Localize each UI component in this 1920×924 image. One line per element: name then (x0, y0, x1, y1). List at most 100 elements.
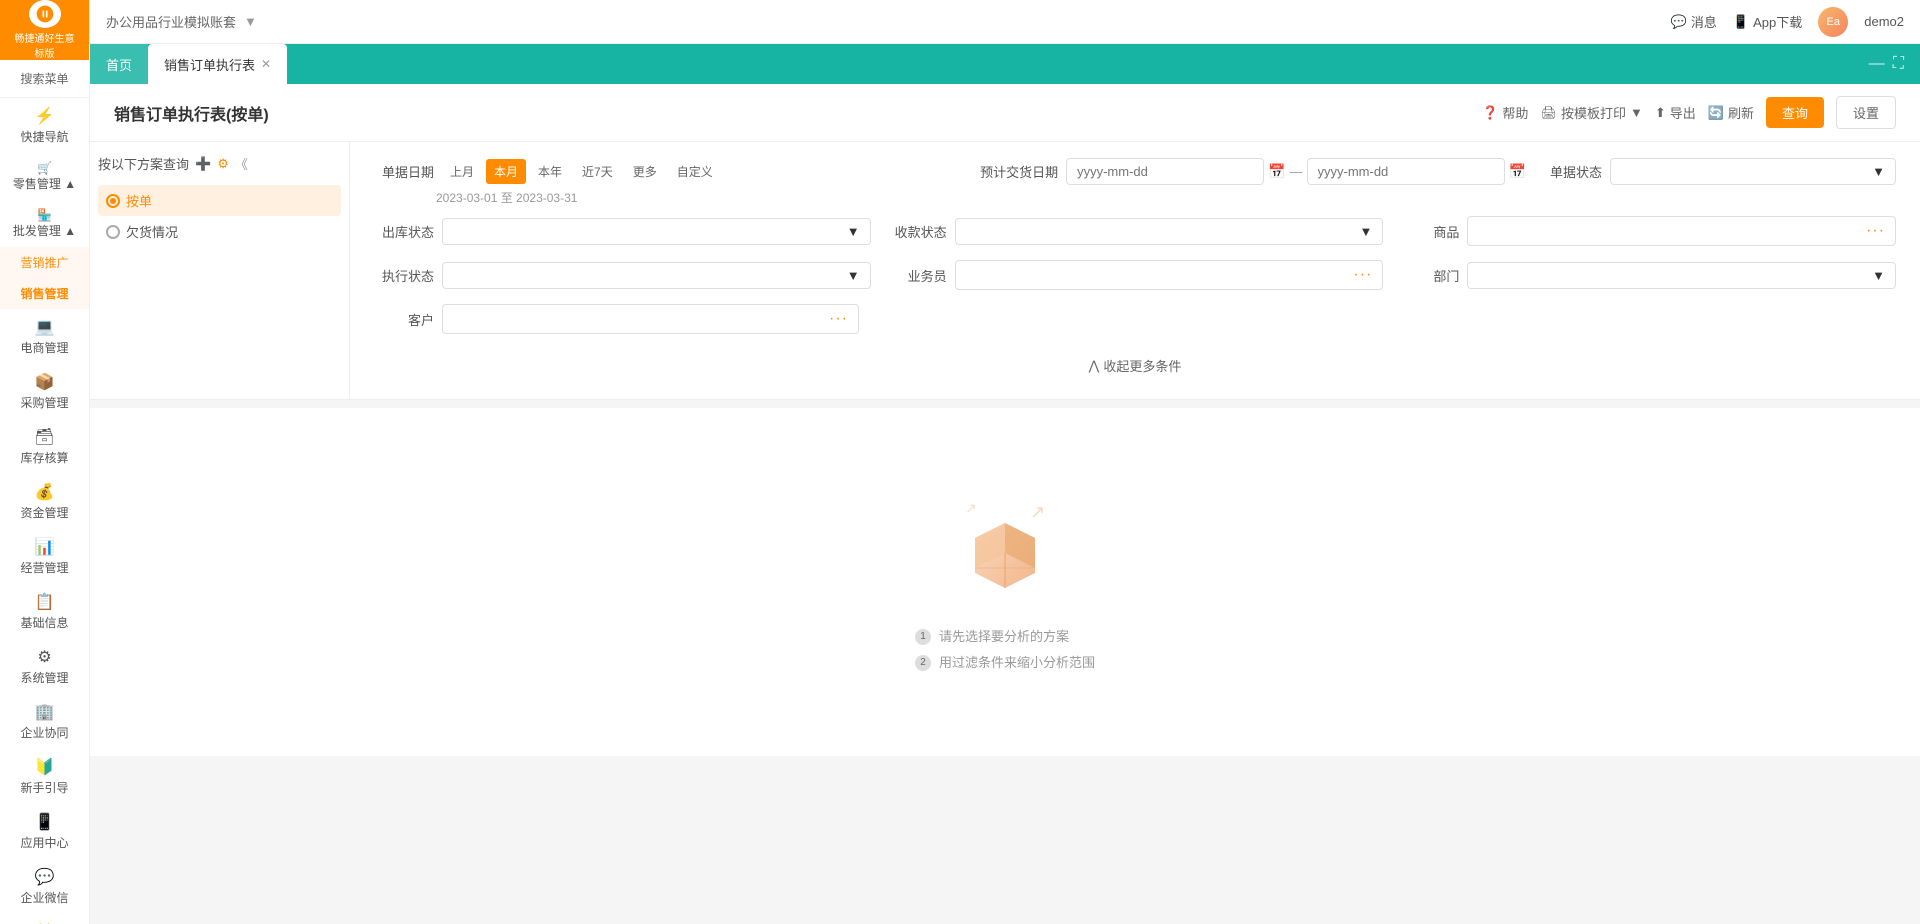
salesperson-select[interactable]: ··· (955, 260, 1384, 290)
period-custom[interactable]: 自定义 (669, 159, 721, 184)
filter-right-panel: 单据日期 上月 本月 本年 近7天 更多 自定义 预计交货日期 (350, 142, 1920, 399)
collection-status-label: 收款状态 (887, 222, 947, 241)
tab-home[interactable]: 首页 (90, 44, 148, 84)
sidebar-search-section[interactable]: 搜索菜单 (0, 60, 90, 98)
avatar[interactable]: Ea (1818, 7, 1848, 37)
period-last-7days[interactable]: 近7天 (574, 159, 621, 184)
customer-dots[interactable]: ··· (829, 310, 848, 328)
export-button[interactable]: ⬆ 导出 (1655, 103, 1696, 122)
username[interactable]: demo2 (1864, 14, 1904, 29)
date-range-display: 2023-03-01 至 2023-03-31 (436, 189, 1896, 206)
customer-select[interactable]: ··· (442, 304, 859, 334)
goods-select[interactable]: ··· (1467, 216, 1896, 246)
sidebar-item-corpwechat[interactable]: 💬 企业微信 (0, 859, 90, 914)
filter-field-goods: 商品 ··· (1399, 216, 1896, 246)
scheme-按单-label: 按单 (126, 191, 152, 210)
tab-minimize-icon[interactable]: — (1869, 55, 1885, 73)
sidebar-item-membership[interactable]: 👑 畅会员 (0, 914, 90, 924)
sidebar-item-corpwechat-label: 企业微信 (20, 889, 68, 906)
operations-icon: 📊 (35, 537, 55, 557)
sidebar-item-quicknav[interactable]: ⚡ 快捷导航 (0, 98, 90, 153)
hint-text-2: 用过滤条件来缩小分析范围 (939, 650, 1095, 676)
breadcrumb-chevron[interactable]: ▼ (244, 14, 257, 29)
help-button[interactable]: ❓ 帮助 (1482, 103, 1528, 122)
empty-hint-2: 2 用过滤条件来缩小分析范围 (915, 650, 1095, 676)
app-download-button[interactable]: 📱 App下载 (1733, 12, 1802, 31)
query-button[interactable]: 查询 (1766, 97, 1824, 128)
hint-num-2: 2 (915, 655, 931, 671)
period-this-month[interactable]: 本月 (486, 159, 526, 184)
filter-row-2: 出库状态 ▼ 收款状态 ▼ (374, 216, 1896, 246)
tab-expand-icon[interactable]: ⛶ (1893, 55, 1904, 73)
system-icon: ⚙ (37, 647, 51, 667)
calendar-icon-to[interactable]: 📅 (1509, 163, 1526, 180)
period-more[interactable]: 更多 (625, 159, 665, 184)
sidebar-item-inventory[interactable]: 🗃 库存核算 (0, 419, 90, 474)
calendar-icon-from[interactable]: 📅 (1268, 163, 1285, 180)
empty-hints: 1 请先选择要分析的方案 2 用过滤条件来缩小分析范围 (915, 624, 1095, 676)
message-button[interactable]: 💬 消息 (1671, 12, 1717, 31)
collapse-icon: ⋀ (1089, 358, 1100, 374)
sidebar-group-wholesale-label: 批发管理 ▲ (13, 222, 76, 239)
tab-sales-order[interactable]: 销售订单执行表 ✕ (148, 44, 287, 84)
expected-date-to[interactable] (1307, 158, 1505, 185)
goods-dots[interactable]: ··· (1866, 222, 1885, 240)
collapse-more-button[interactable]: ⋀ 收起更多条件 (374, 348, 1896, 383)
tab-close-icon[interactable]: ✕ (261, 57, 271, 71)
sidebar-item-appcenter-label: 应用中心 (20, 834, 68, 851)
scheme-dot-inner (110, 198, 116, 204)
sidebar-group-wholesale-header[interactable]: 🏪 批发管理 ▲ (0, 200, 90, 247)
sidebar-item-finance[interactable]: 💰 资金管理 (0, 474, 90, 529)
sidebar-sub-item-marketing[interactable]: 营销推广 (0, 247, 90, 278)
filter-area-wrapper: 按以下方案查询 ➕ ⚙ 《 按单 欠货情况 (90, 142, 1920, 400)
export-label: 导出 (1670, 103, 1696, 122)
department-chevron: ▼ (1872, 268, 1885, 283)
collapse-left-button[interactable]: 《 (235, 154, 248, 173)
purchase-icon: 📦 (35, 372, 55, 392)
sidebar-search-label[interactable]: 搜索菜单 (20, 70, 68, 87)
department-select[interactable]: ▼ (1467, 262, 1896, 289)
filter-scheme-按单[interactable]: 按单 (98, 185, 341, 216)
settings-button[interactable]: 设置 (1836, 96, 1896, 129)
collection-status-select[interactable]: ▼ (955, 218, 1384, 245)
avatar-text: Ea (1827, 16, 1840, 28)
salesperson-dots[interactable]: ··· (1353, 266, 1372, 284)
breadcrumb-text: 办公用品行业模拟账套 (106, 12, 236, 31)
template-print-button[interactable]: 🖨 按模板打印 ▼ (1540, 103, 1642, 122)
date-period-buttons: 上月 本月 本年 近7天 更多 自定义 (442, 159, 721, 184)
sidebar-item-enterprise-label: 企业协同 (20, 724, 68, 741)
sidebar-group-retail-header[interactable]: 🛒 零售管理 ▲ (0, 153, 90, 200)
sidebar-item-ecommerce[interactable]: 💻 电商管理 (0, 309, 90, 364)
sidebar-group-wholesale: 🏪 批发管理 ▲ 营销推广 销售管理 (0, 200, 90, 309)
filter-field-customer: 客户 ··· (374, 304, 859, 334)
filter-scheme-欠货情况[interactable]: 欠货情况 (98, 216, 341, 247)
refresh-button[interactable]: 🔄 刷新 (1708, 103, 1754, 122)
execution-status-select[interactable]: ▼ (442, 262, 871, 289)
sidebar-sub-item-sales[interactable]: 销售管理 (0, 278, 90, 309)
order-status-select[interactable]: ▼ (1610, 158, 1896, 185)
print-icon: 🖨 (1540, 105, 1557, 121)
scheme-active-dot (106, 194, 120, 208)
svg-text:↗: ↗ (1030, 502, 1045, 522)
sidebar-item-appcenter[interactable]: 📱 应用中心 (0, 804, 90, 859)
corpwechat-icon: 💬 (35, 867, 55, 887)
expected-date-from[interactable] (1066, 158, 1264, 185)
add-scheme-button[interactable]: ➕ (195, 156, 211, 172)
sidebar-item-purchase[interactable]: 📦 采购管理 (0, 364, 90, 419)
sidebar-item-newuser[interactable]: 🔰 新手引导 (0, 749, 90, 804)
sidebar-item-system[interactable]: ⚙ 系统管理 (0, 639, 90, 694)
refresh-icon: 🔄 (1708, 105, 1724, 121)
sidebar-item-inventory-label: 库存核算 (20, 449, 68, 466)
sidebar-item-basicinfo[interactable]: 📋 基础信息 (0, 584, 90, 639)
period-this-year[interactable]: 本年 (530, 159, 570, 184)
sidebar-item-operations[interactable]: 📊 经营管理 (0, 529, 90, 584)
filter-left-header: 按以下方案查询 ➕ ⚙ 《 (98, 154, 341, 173)
sidebar: 畅捷通好生意 标版 搜索菜单 ⚡ 快捷导航 🛒 零售管理 ▲ 🏪 批发管理 ▲ … (0, 0, 90, 924)
outbound-status-select[interactable]: ▼ (442, 218, 871, 245)
filter-row-1: 单据日期 上月 本月 本年 近7天 更多 自定义 预计交货日期 (374, 158, 1896, 185)
filter-row-3: 执行状态 ▼ 业务员 ··· (374, 260, 1896, 290)
export-icon: ⬆ (1655, 105, 1666, 121)
period-last-month[interactable]: 上月 (442, 159, 482, 184)
sidebar-item-enterprise[interactable]: 🏢 企业协同 (0, 694, 90, 749)
manage-scheme-button[interactable]: ⚙ (217, 156, 229, 172)
